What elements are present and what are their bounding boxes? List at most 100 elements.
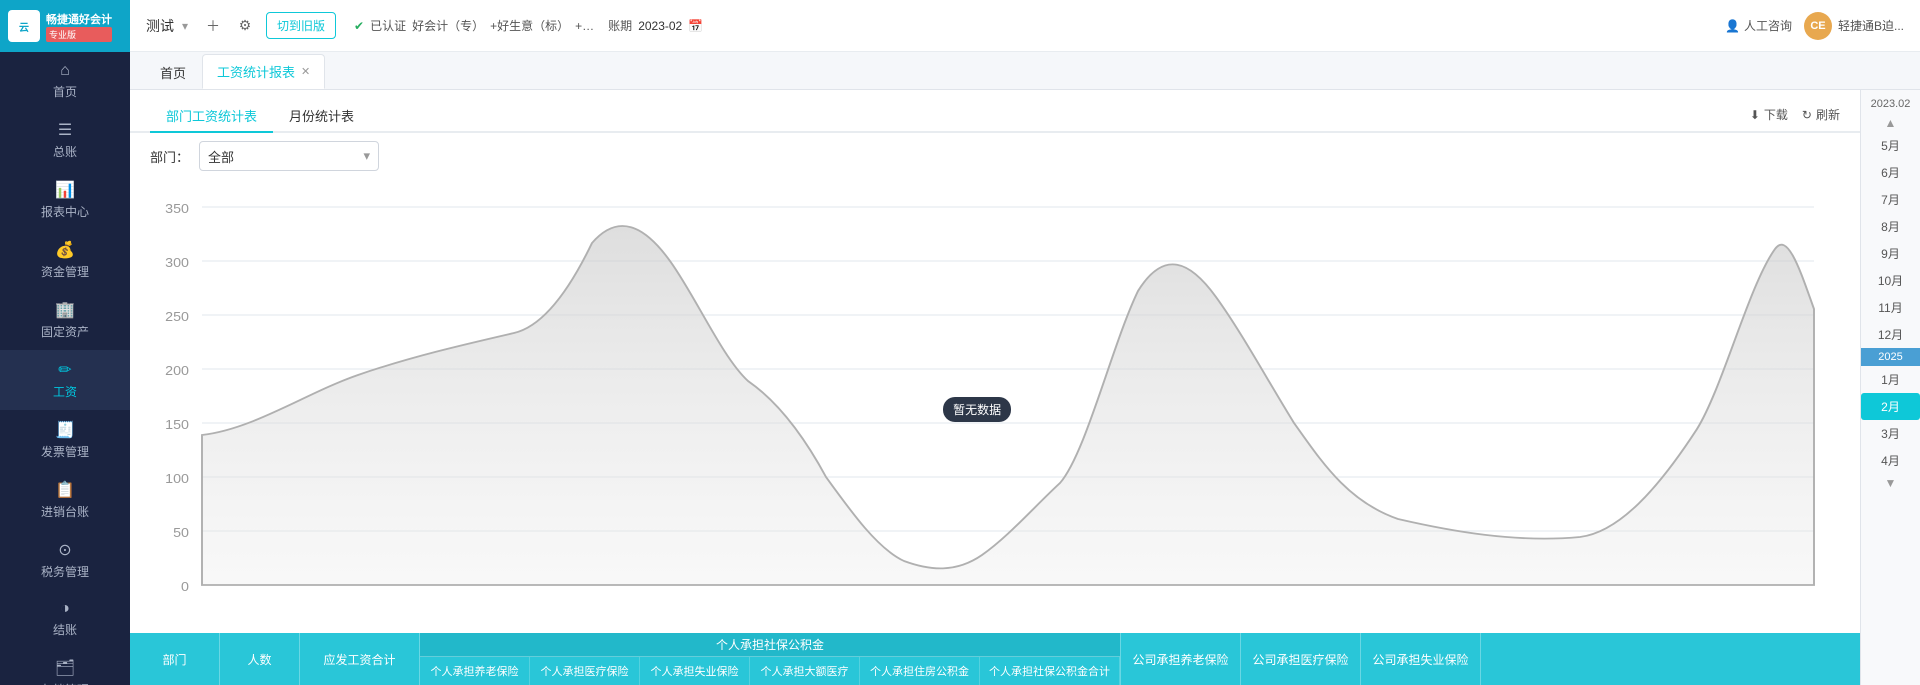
chart-area: 350 300 250 200 150 100 50 0 (130, 179, 1860, 633)
sidebar-item-settle[interactable]: ◑ 结账 (0, 590, 130, 648)
month-3-2025[interactable]: 3月 (1861, 420, 1920, 447)
side-panel-date: 2023.02 (1861, 94, 1920, 114)
col-dept: 部门 (130, 633, 220, 685)
sub-tab-dept[interactable]: 部门工资统计表 (150, 100, 273, 133)
svg-text:350: 350 (165, 201, 189, 215)
col-company-unemployment: 公司承担失业保险 (1361, 633, 1481, 685)
svg-text:200: 200 (165, 363, 189, 377)
month-6[interactable]: 6月 (1861, 159, 1920, 186)
tag-more: +… (575, 19, 594, 33)
topbar-status: ✔ 已认证 好会计（专） +好生意（标） +… 账期 2023-02 📅 (354, 17, 703, 34)
ledger-icon: ☰ (58, 120, 72, 140)
user-profile[interactable]: CE 轻捷通B迫... (1804, 12, 1904, 40)
tabs-bar: 首页 工资统计报表 ✕ (130, 52, 1920, 90)
group-personal-title: 个人承担社保公积金 (420, 633, 1120, 657)
sidebar-item-home[interactable]: ⌂ 首页 (0, 52, 130, 110)
check-icon: ✔ (354, 19, 364, 33)
sub-tabs: 部门工资统计表 月份统计表 (130, 90, 390, 131)
month-9[interactable]: 9月 (1861, 240, 1920, 267)
svg-text:150: 150 (165, 417, 189, 431)
table-footer: 部门 人数 应发工资合计 个人承担社保公积金 个人承担养老保险 (130, 633, 1860, 685)
month-5[interactable]: 5月 (1861, 132, 1920, 159)
topbar-actions: ＋ ⚙ (200, 13, 258, 39)
chart-tooltip: 暂无数据 (943, 397, 1011, 422)
tab-close-icon[interactable]: ✕ (301, 65, 310, 78)
avatar: CE (1804, 12, 1832, 40)
period-value: 2023-02 (638, 19, 682, 33)
content-main: 部门工资统计表 月份统计表 ⬇ 下载 ↻ 刷新 (130, 90, 1860, 685)
year-2025-label: 2025 (1861, 348, 1920, 366)
tab-home[interactable]: 首页 (146, 56, 200, 89)
logo-text: 畅捷通好会计 专业版 (46, 11, 112, 42)
col-personal-pension: 个人承担养老保险 (420, 657, 530, 685)
refresh-button[interactable]: ↻ 刷新 (1802, 106, 1840, 123)
logo-icon: 云 (8, 10, 40, 42)
filter-row: 部门： 全部 ▾ (130, 133, 1860, 179)
reports-icon: 📊 (55, 180, 75, 200)
sidebar-item-salary[interactable]: ✏ 工资 (0, 350, 130, 410)
assets-icon: 🏢 (55, 300, 75, 320)
gear-icon[interactable]: ⚙ (232, 13, 258, 39)
col-personal-medical: 个人承担医疗保险 (530, 657, 640, 685)
sidebar-item-invoice[interactable]: 🧾 发票管理 (0, 410, 130, 470)
side-panel: 2023.02 ▲ 5月 6月 7月 8月 9月 10月 11月 (1860, 90, 1920, 685)
download-button[interactable]: ⬇ 下载 (1750, 106, 1788, 123)
sub-tab-monthly[interactable]: 月份统计表 (273, 100, 370, 133)
scroll-up-icon[interactable]: ▲ (1882, 114, 1900, 132)
service-button[interactable]: 👤 人工咨询 (1725, 17, 1792, 34)
sidebar-item-ledger[interactable]: ☰ 总账 (0, 110, 130, 170)
month-1-2025[interactable]: 1月 (1861, 366, 1920, 393)
sidebar-item-purchase[interactable]: 📋 进销台账 (0, 470, 130, 530)
tab-salary-report[interactable]: 工资统计报表 ✕ (202, 54, 325, 89)
svg-text:250: 250 (165, 309, 189, 323)
month-8[interactable]: 8月 (1861, 213, 1920, 240)
col-personal-housing: 个人承担住房公积金 (860, 657, 980, 685)
col-personal-unemployment: 个人承担失业保险 (640, 657, 750, 685)
dept-select[interactable]: 全部 ▾ (199, 141, 379, 171)
dropdown-icon[interactable]: ▾ (182, 19, 188, 33)
month-2-2025[interactable]: 2月 (1861, 393, 1920, 420)
topbar-title: 测试 (146, 16, 174, 36)
username: 轻捷通B迫... (1838, 17, 1904, 34)
month-12[interactable]: 12月 (1861, 321, 1920, 348)
sidebar-item-reports[interactable]: 📊 报表中心 (0, 170, 130, 230)
download-icon: ⬇ (1750, 108, 1760, 122)
chevron-down-icon: ▾ (363, 148, 370, 164)
month-10[interactable]: 10月 (1861, 267, 1920, 294)
svg-text:0: 0 (181, 579, 189, 593)
svg-text:300: 300 (165, 255, 189, 269)
calendar-icon[interactable]: 📅 (688, 19, 703, 33)
svg-text:50: 50 (173, 525, 189, 539)
month-7[interactable]: 7月 (1861, 186, 1920, 213)
tag-accounting: 好会计（专） (412, 17, 484, 34)
invoice-icon: 🧾 (55, 420, 75, 440)
sub-header: 部门工资统计表 月份统计表 ⬇ 下载 ↻ 刷新 (130, 90, 1860, 133)
settle-icon: ◑ (60, 600, 70, 618)
filter-label: 部门： (150, 147, 189, 166)
col-personal-major-medical: 个人承担大额医疗 (750, 657, 860, 685)
add-icon[interactable]: ＋ (200, 13, 226, 39)
sidebar-item-funds[interactable]: 💰 资金管理 (0, 230, 130, 290)
sidebar-item-tax[interactable]: ⊙ 税务管理 (0, 530, 130, 590)
home-icon: ⌂ (60, 62, 70, 80)
certified-status: 已认证 (370, 17, 406, 34)
topbar: 测试 ▾ ＋ ⚙ 切到旧版 ✔ 已认证 好会计（专） +好生意（标） +… 账期… (130, 0, 1920, 52)
month-11[interactable]: 11月 (1861, 294, 1920, 321)
salary-icon: ✏ (58, 360, 71, 380)
content: 部门工资统计表 月份统计表 ⬇ 下载 ↻ 刷新 (130, 90, 1920, 685)
service-icon: 👤 (1725, 19, 1740, 33)
col-personal-total: 个人承担社保公积金合计 (980, 657, 1120, 685)
svg-text:100: 100 (165, 471, 189, 485)
scroll-down-icon[interactable]: ▼ (1882, 474, 1900, 492)
purchase-icon: 📋 (55, 480, 75, 500)
switch-button[interactable]: 切到旧版 (266, 12, 336, 39)
sidebar-item-archive[interactable]: 🗂 归档管理 (0, 648, 130, 685)
logo: 云 畅捷通好会计 专业版 (0, 0, 130, 52)
sidebar-nav: ⌂ 首页 ☰ 总账 📊 报表中心 💰 资金管理 🏢 固定资产 ✏ 工资 🧾 发票… (0, 52, 130, 685)
sidebar: 云 畅捷通好会计 专业版 ⌂ 首页 ☰ 总账 📊 报表中心 💰 资金管理 🏢 固… (0, 0, 130, 685)
sub-toolbar: ⬇ 下载 ↻ 刷新 (1750, 106, 1840, 131)
sidebar-item-assets[interactable]: 🏢 固定资产 (0, 290, 130, 350)
funds-icon: 💰 (55, 240, 75, 260)
tax-icon: ⊙ (58, 540, 71, 560)
month-4-2025[interactable]: 4月 (1861, 447, 1920, 474)
